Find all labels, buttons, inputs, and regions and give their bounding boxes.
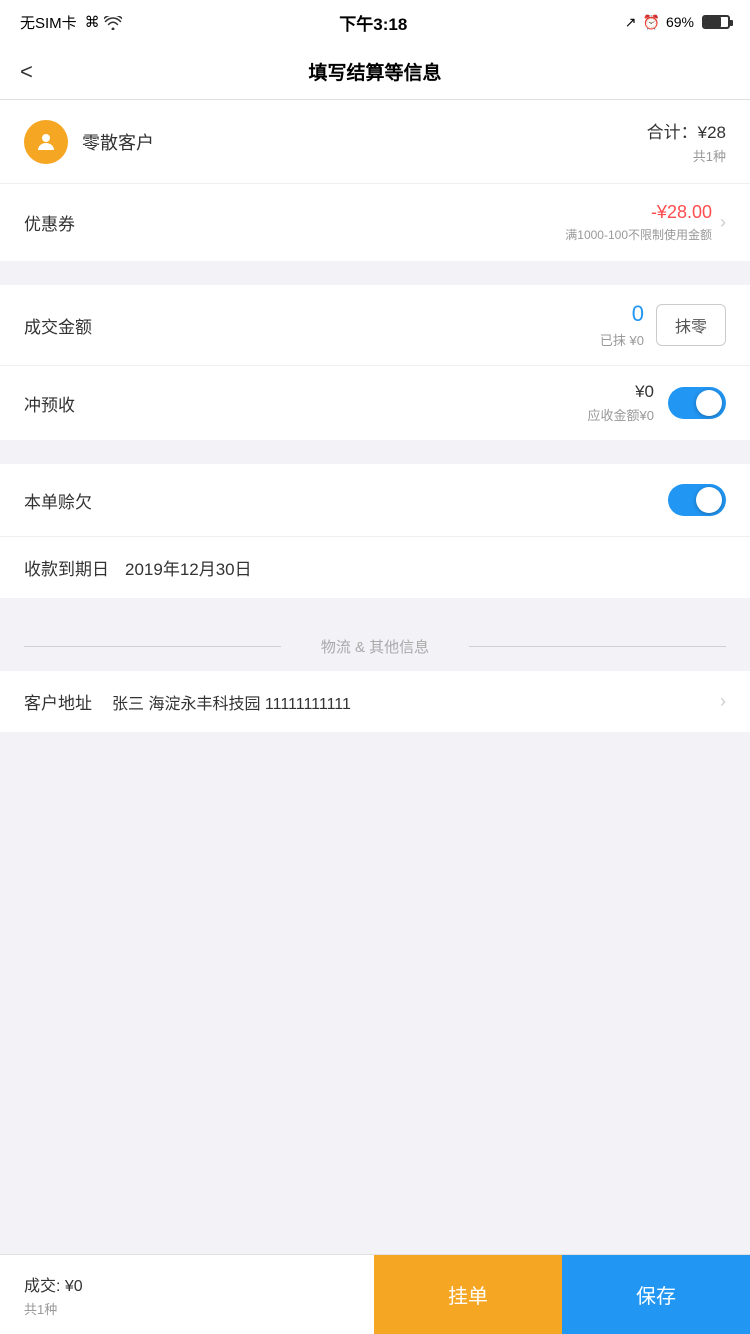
customer-info: 零散客户 (24, 120, 154, 164)
nav-bar: < 填写结算等信息 (0, 44, 750, 100)
section-divider-2 (0, 452, 750, 464)
location-icon: ↗ (625, 14, 637, 31)
battery-percent: 69% (666, 14, 694, 30)
page-title: 填写结算等信息 (308, 58, 441, 85)
coupon-desc: 满1000-100不限制使用金额 (565, 226, 712, 243)
section-divider-3 (0, 610, 750, 622)
address-card: 客户地址 张三 海淀永丰科技园 11111111111 › (0, 671, 750, 732)
hold-button[interactable]: 挂单 (374, 1255, 562, 1334)
prepay-right: ¥0 应收金额¥0 (588, 382, 726, 424)
bottom-info: 成交: ¥0 共1种 (0, 1272, 374, 1318)
debt-row: 本单赊欠 (0, 464, 750, 536)
header-line-left (24, 646, 281, 647)
prepay-amount: ¥0 (588, 382, 654, 402)
back-button[interactable]: < (20, 59, 33, 85)
chevron-right-icon: › (720, 212, 726, 233)
battery-icon (702, 15, 730, 29)
coupon-row[interactable]: 优惠券 -¥28.00 满1000-100不限制使用金额 › (0, 183, 750, 261)
debt-label: 本单赊欠 (24, 488, 92, 513)
deal-amount-row: 成交金额 0 已抹 ¥0 抹零 (0, 285, 750, 366)
section-divider-1 (0, 273, 750, 285)
deal-card: 成交金额 0 已抹 ¥0 抹零 冲预收 ¥0 应收金额¥0 (0, 285, 750, 440)
due-date-row: 收款到期日 2019年12月30日 (0, 536, 750, 598)
status-right: ↗ ⏰ 69% (625, 14, 730, 31)
coupon-label: 优惠券 (24, 210, 75, 235)
prepay-sub: 应收金额¥0 (588, 405, 654, 424)
due-date-label: 收款到期日 (24, 555, 109, 580)
deal-amount-label: 成交金额 (24, 313, 92, 338)
header-line-right (469, 646, 726, 647)
address-chevron-icon: › (720, 691, 726, 712)
wifi-icon: ⌘ (85, 13, 122, 31)
save-button[interactable]: 保存 (562, 1255, 750, 1334)
status-time: 下午3:18 (339, 10, 407, 35)
customer-name: 零散客户 (82, 129, 154, 155)
customer-total: 合计：¥28 共1种 (647, 118, 726, 165)
status-left: 无SIM卡 ⌘ (20, 12, 122, 33)
main-content: 零散客户 合计：¥28 共1种 优惠券 -¥28.00 满1000-100不限制… (0, 100, 750, 844)
coupon-info: -¥28.00 满1000-100不限制使用金额 (565, 202, 712, 243)
deal-amount-wrap: 0 已抹 ¥0 (600, 301, 644, 349)
round-button[interactable]: 抹零 (656, 304, 726, 346)
logistics-section-header: 物流 & 其他信息 (0, 622, 750, 671)
customer-card: 零散客户 合计：¥28 共1种 优惠券 -¥28.00 满1000-100不限制… (0, 100, 750, 261)
bottom-buttons: 挂单 保存 (374, 1255, 750, 1334)
alarm-icon: ⏰ (643, 14, 660, 31)
prepay-row: 冲预收 ¥0 应收金额¥0 (0, 366, 750, 440)
avatar (24, 120, 68, 164)
prepay-label: 冲预收 (24, 391, 75, 416)
status-bar: 无SIM卡 ⌘ 下午3:18 ↗ ⏰ 69% (0, 0, 750, 44)
logistics-label: 物流 & 其他信息 (321, 636, 429, 657)
bottom-count-label: 共1种 (24, 1299, 350, 1318)
due-date-value: 2019年12月30日 (125, 555, 252, 580)
signal-text: 无SIM卡 (20, 12, 77, 33)
address-label: 客户地址 (24, 689, 92, 714)
deal-amount-value[interactable]: 0 (600, 301, 644, 327)
deal-right: 0 已抹 ¥0 抹零 (600, 301, 726, 349)
address-value: 张三 海淀永丰科技园 11111111111 (112, 690, 720, 714)
coupon-right: -¥28.00 满1000-100不限制使用金额 › (565, 202, 726, 243)
debt-toggle-knob (696, 487, 722, 513)
toggle-knob (696, 390, 722, 416)
coupon-amount: -¥28.00 (565, 202, 712, 223)
total-amount: 合计：¥28 (647, 118, 726, 143)
deal-amount-sub: 已抹 ¥0 (600, 330, 644, 349)
prepay-info: ¥0 应收金额¥0 (588, 382, 654, 424)
bottom-deal-label: 成交: ¥0 (24, 1272, 350, 1296)
debt-toggle[interactable] (668, 484, 726, 516)
customer-row: 零散客户 合计：¥28 共1种 (0, 100, 750, 183)
address-row[interactable]: 客户地址 张三 海淀永丰科技园 11111111111 › (0, 671, 750, 732)
total-count: 共1种 (647, 146, 726, 165)
debt-card: 本单赊欠 收款到期日 2019年12月30日 (0, 464, 750, 598)
address-chevron: › (720, 691, 726, 712)
prepay-toggle[interactable] (668, 387, 726, 419)
bottom-bar: 成交: ¥0 共1种 挂单 保存 (0, 1254, 750, 1334)
